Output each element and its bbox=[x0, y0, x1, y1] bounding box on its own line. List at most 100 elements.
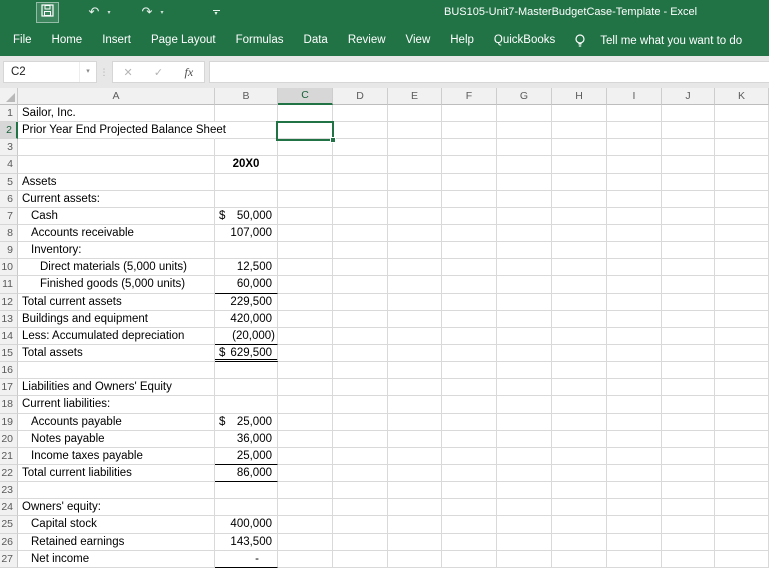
cell-J25[interactable] bbox=[662, 516, 715, 534]
cell-H19[interactable] bbox=[552, 413, 607, 431]
cell-A16[interactable] bbox=[18, 362, 215, 380]
cell-H24[interactable] bbox=[552, 499, 607, 517]
cell-D17[interactable] bbox=[333, 379, 388, 397]
row-header-25[interactable]: 25 bbox=[0, 516, 18, 534]
cell-B13[interactable]: 420,000 bbox=[215, 310, 278, 328]
cell-A9[interactable]: Inventory: bbox=[18, 242, 215, 260]
cell-C18[interactable] bbox=[278, 396, 333, 414]
cell-E14[interactable] bbox=[388, 327, 442, 345]
cell-F7[interactable] bbox=[442, 207, 497, 225]
cell-I15[interactable] bbox=[607, 344, 662, 363]
row-header-11[interactable]: 11 bbox=[0, 276, 18, 294]
cell-K13[interactable] bbox=[715, 310, 769, 328]
row-header-1[interactable]: 1 bbox=[0, 105, 18, 123]
cell-C4[interactable] bbox=[278, 156, 333, 174]
cell-C6[interactable] bbox=[278, 190, 333, 208]
cell-K2[interactable] bbox=[715, 122, 769, 140]
cell-G7[interactable] bbox=[497, 207, 552, 225]
customize-quick-access-button[interactable]: ▾ bbox=[208, 0, 224, 25]
cell-G19[interactable] bbox=[497, 413, 552, 431]
cell-G26[interactable] bbox=[497, 533, 552, 551]
cell-B10[interactable]: 12,500 bbox=[215, 259, 278, 277]
cell-C3[interactable] bbox=[278, 139, 333, 157]
cell-C8[interactable] bbox=[278, 224, 333, 243]
cell-K20[interactable] bbox=[715, 430, 769, 448]
row-header-13[interactable]: 13 bbox=[0, 310, 18, 328]
cell-E8[interactable] bbox=[388, 224, 442, 243]
cell-F23[interactable] bbox=[442, 482, 497, 500]
cell-K27[interactable] bbox=[715, 550, 769, 568]
tab-view[interactable]: View bbox=[396, 25, 441, 56]
cell-H8[interactable] bbox=[552, 224, 607, 243]
cell-A1[interactable]: Sailor, Inc. bbox=[18, 105, 215, 123]
cell-J20[interactable] bbox=[662, 430, 715, 448]
cell-D26[interactable] bbox=[333, 533, 388, 551]
name-box-dropdown-icon[interactable]: ▾ bbox=[79, 62, 96, 82]
cell-B17[interactable] bbox=[215, 379, 278, 397]
cell-E10[interactable] bbox=[388, 259, 442, 277]
cell-G23[interactable] bbox=[497, 482, 552, 500]
cell-F17[interactable] bbox=[442, 379, 497, 397]
cell-E26[interactable] bbox=[388, 533, 442, 551]
cell-I13[interactable] bbox=[607, 310, 662, 328]
cell-J23[interactable] bbox=[662, 482, 715, 500]
cell-J2[interactable] bbox=[662, 122, 715, 140]
cell-C11[interactable] bbox=[278, 276, 333, 294]
cell-A7[interactable]: Cash bbox=[18, 207, 215, 225]
cancel-icon[interactable]: ✕ bbox=[113, 66, 143, 79]
cell-J24[interactable] bbox=[662, 499, 715, 517]
save-button[interactable] bbox=[36, 2, 59, 23]
cell-J14[interactable] bbox=[662, 327, 715, 345]
cell-K23[interactable] bbox=[715, 482, 769, 500]
cell-F1[interactable] bbox=[442, 105, 497, 123]
cell-J6[interactable] bbox=[662, 190, 715, 208]
row-header-15[interactable]: 15 bbox=[0, 344, 18, 363]
cell-F20[interactable] bbox=[442, 430, 497, 448]
cell-G3[interactable] bbox=[497, 139, 552, 157]
cell-K25[interactable] bbox=[715, 516, 769, 534]
cell-C9[interactable] bbox=[278, 242, 333, 260]
cell-D14[interactable] bbox=[333, 327, 388, 345]
row-header-24[interactable]: 24 bbox=[0, 499, 18, 517]
cell-K15[interactable] bbox=[715, 344, 769, 363]
tab-help[interactable]: Help bbox=[440, 25, 484, 56]
cell-D21[interactable] bbox=[333, 447, 388, 465]
cell-A3[interactable] bbox=[18, 139, 215, 157]
cell-G8[interactable] bbox=[497, 224, 552, 243]
cell-I21[interactable] bbox=[607, 447, 662, 465]
cell-G27[interactable] bbox=[497, 550, 552, 568]
row-header-18[interactable]: 18 bbox=[0, 396, 18, 414]
row-header-16[interactable]: 16 bbox=[0, 362, 18, 380]
cell-E1[interactable] bbox=[388, 105, 442, 123]
cell-A10[interactable]: Direct materials (5,000 units) bbox=[18, 259, 215, 277]
cell-K12[interactable] bbox=[715, 293, 769, 311]
cell-D13[interactable] bbox=[333, 310, 388, 328]
cell-J13[interactable] bbox=[662, 310, 715, 328]
cell-C25[interactable] bbox=[278, 516, 333, 534]
cell-C19[interactable] bbox=[278, 413, 333, 431]
cell-D5[interactable] bbox=[333, 173, 388, 191]
cell-B11[interactable]: 60,000 bbox=[215, 276, 278, 294]
cell-E23[interactable] bbox=[388, 482, 442, 500]
cell-A26[interactable]: Retained earnings bbox=[18, 533, 215, 551]
cell-J3[interactable] bbox=[662, 139, 715, 157]
cell-G10[interactable] bbox=[497, 259, 552, 277]
cell-E4[interactable] bbox=[388, 156, 442, 174]
cell-D15[interactable] bbox=[333, 344, 388, 363]
row-header-3[interactable]: 3 bbox=[0, 139, 18, 157]
cell-C2[interactable] bbox=[278, 122, 333, 140]
cell-F19[interactable] bbox=[442, 413, 497, 431]
cell-D23[interactable] bbox=[333, 482, 388, 500]
cell-E16[interactable] bbox=[388, 362, 442, 380]
cell-E13[interactable] bbox=[388, 310, 442, 328]
cell-C21[interactable] bbox=[278, 447, 333, 465]
cell-K4[interactable] bbox=[715, 156, 769, 174]
cell-F27[interactable] bbox=[442, 550, 497, 568]
cell-I4[interactable] bbox=[607, 156, 662, 174]
row-header-5[interactable]: 5 bbox=[0, 173, 18, 191]
cell-J26[interactable] bbox=[662, 533, 715, 551]
cell-B16[interactable] bbox=[215, 362, 278, 380]
cell-G13[interactable] bbox=[497, 310, 552, 328]
cell-H15[interactable] bbox=[552, 344, 607, 363]
column-header-D[interactable]: D bbox=[333, 88, 388, 105]
